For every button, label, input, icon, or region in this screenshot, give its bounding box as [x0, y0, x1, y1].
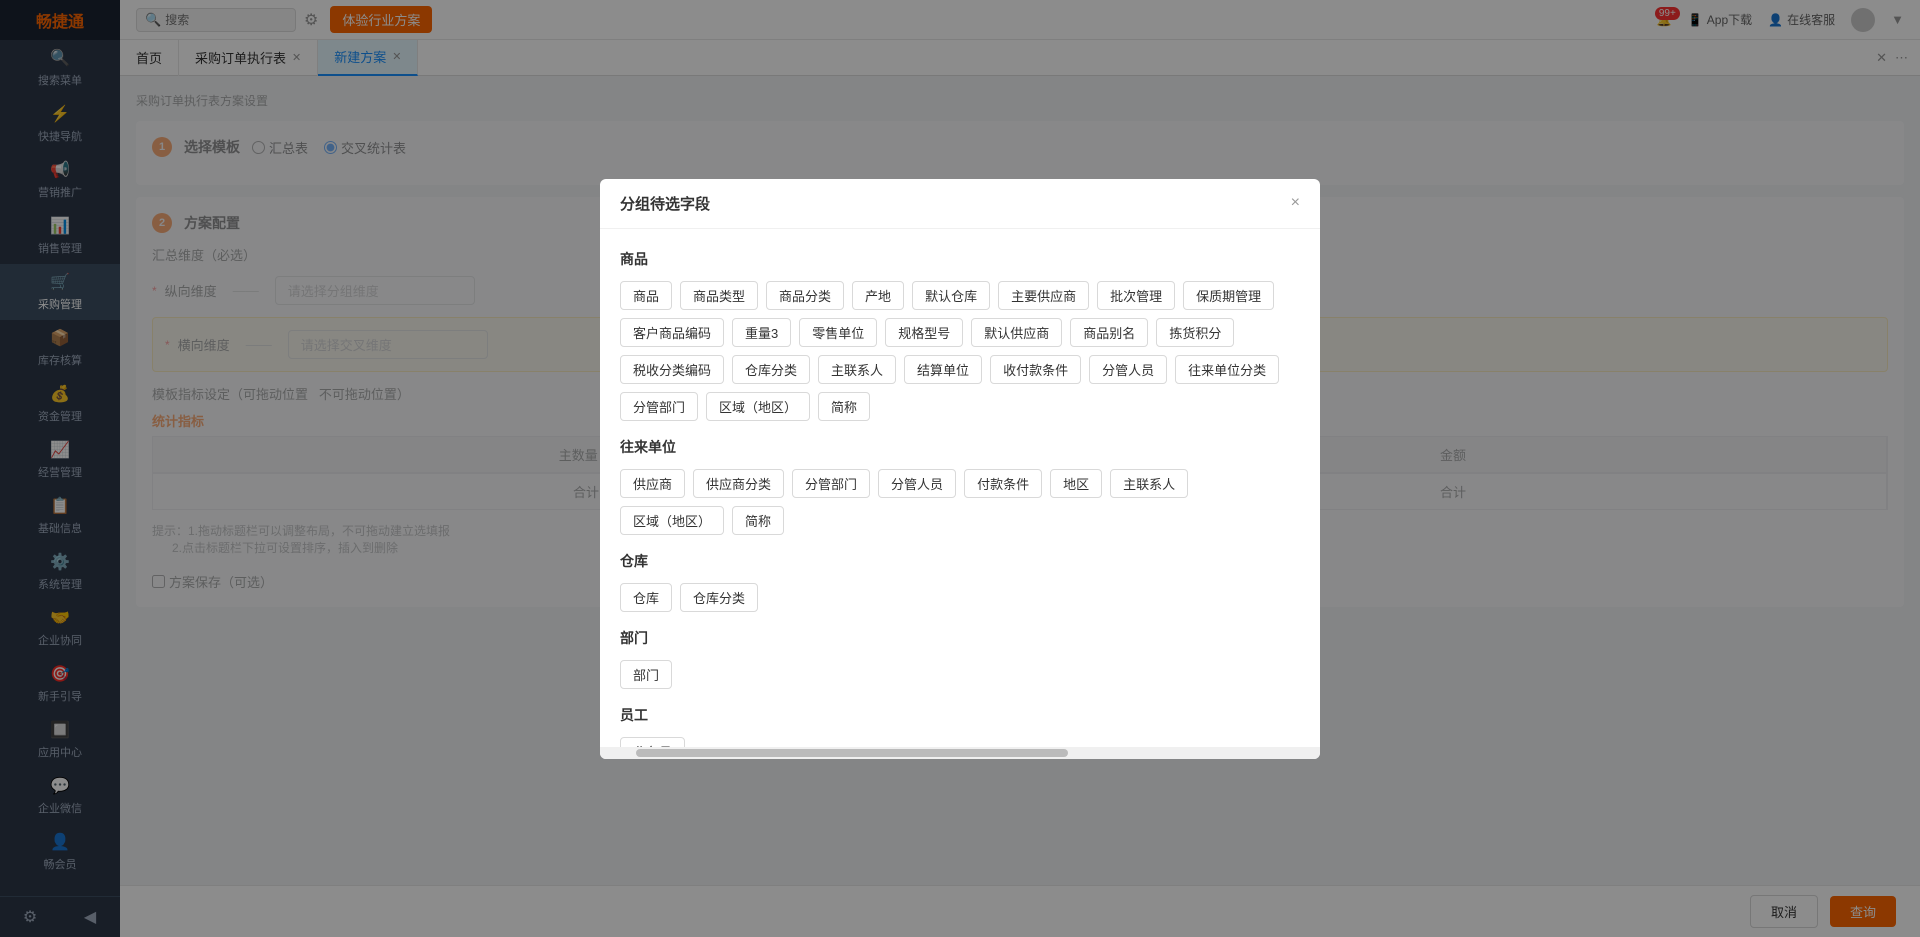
field-tag-counterpart-4[interactable]: 付款条件 — [964, 469, 1042, 498]
field-group-employee: 业务员 — [620, 737, 1300, 747]
modal-title: 分组待选字段 — [620, 193, 710, 214]
field-tag-counterpart-7[interactable]: 区域（地区） — [620, 506, 724, 535]
field-tag-goods-4[interactable]: 默认仓库 — [912, 281, 990, 310]
field-tag-goods-15[interactable]: 税收分类编码 — [620, 355, 724, 384]
section-title-goods: 商品 — [620, 249, 1300, 269]
field-tag-goods-23[interactable]: 区域（地区） — [706, 392, 810, 421]
field-tag-goods-12[interactable]: 默认供应商 — [971, 318, 1062, 347]
field-tag-goods-10[interactable]: 零售单位 — [799, 318, 877, 347]
modal-hscrollbar[interactable] — [600, 747, 1320, 759]
field-tag-goods-18[interactable]: 结算单位 — [904, 355, 982, 384]
field-tag-employee-0[interactable]: 业务员 — [620, 737, 685, 747]
field-tag-goods-21[interactable]: 往来单位分类 — [1175, 355, 1279, 384]
modal-overlay: 分组待选字段 × 商品商品商品类型商品分类产地默认仓库主要供应商批次管理保质期管… — [0, 0, 1920, 937]
field-tag-goods-20[interactable]: 分管人员 — [1089, 355, 1167, 384]
field-tag-goods-24[interactable]: 简称 — [818, 392, 870, 421]
modal-dialog: 分组待选字段 × 商品商品商品类型商品分类产地默认仓库主要供应商批次管理保质期管… — [600, 179, 1320, 759]
field-tag-goods-3[interactable]: 产地 — [852, 281, 904, 310]
field-tag-warehouse-0[interactable]: 仓库 — [620, 583, 672, 612]
field-tag-goods-11[interactable]: 规格型号 — [885, 318, 963, 347]
section-title-employee: 员工 — [620, 705, 1300, 725]
field-group-department: 部门 — [620, 660, 1300, 689]
field-group-counterpart: 供应商供应商分类分管部门分管人员付款条件地区主联系人区域（地区） 简称 — [620, 469, 1300, 535]
section-title-warehouse: 仓库 — [620, 551, 1300, 571]
field-tag-counterpart-3[interactable]: 分管人员 — [878, 469, 956, 498]
field-tag-warehouse-1[interactable]: 仓库分类 — [680, 583, 758, 612]
field-tag-goods-16[interactable]: 仓库分类 — [732, 355, 810, 384]
field-tag-goods-9[interactable]: 重量3 — [732, 318, 791, 347]
field-group-goods: 商品商品类型商品分类产地默认仓库主要供应商批次管理保质期管理客户商品编码重量3 零… — [620, 281, 1300, 421]
modal-body: 商品商品商品类型商品分类产地默认仓库主要供应商批次管理保质期管理客户商品编码重量… — [600, 229, 1320, 747]
field-tag-goods-19[interactable]: 收付款条件 — [990, 355, 1081, 384]
field-tag-department-0[interactable]: 部门 — [620, 660, 672, 689]
field-tag-counterpart-6[interactable]: 主联系人 — [1110, 469, 1188, 498]
field-tag-counterpart-8[interactable]: 简称 — [732, 506, 784, 535]
modal-header: 分组待选字段 × — [600, 179, 1320, 229]
field-tag-goods-17[interactable]: 主联系人 — [818, 355, 896, 384]
field-tag-counterpart-5[interactable]: 地区 — [1050, 469, 1102, 498]
field-tag-goods-13[interactable]: 商品别名 — [1070, 318, 1148, 347]
field-tag-goods-22[interactable]: 分管部门 — [620, 392, 698, 421]
field-tag-goods-2[interactable]: 商品分类 — [766, 281, 844, 310]
field-group-warehouse: 仓库仓库分类 — [620, 583, 1300, 612]
section-title-counterpart: 往来单位 — [620, 437, 1300, 457]
field-tag-goods-8[interactable]: 客户商品编码 — [620, 318, 724, 347]
field-tag-goods-6[interactable]: 批次管理 — [1097, 281, 1175, 310]
field-tag-goods-5[interactable]: 主要供应商 — [998, 281, 1089, 310]
field-tag-goods-7[interactable]: 保质期管理 — [1183, 281, 1274, 310]
section-title-department: 部门 — [620, 628, 1300, 648]
field-tag-goods-0[interactable]: 商品 — [620, 281, 672, 310]
field-tag-goods-1[interactable]: 商品类型 — [680, 281, 758, 310]
modal-close-btn[interactable]: × — [1291, 194, 1300, 212]
field-tag-goods-14[interactable]: 拣货积分 — [1156, 318, 1234, 347]
field-tag-counterpart-2[interactable]: 分管部门 — [792, 469, 870, 498]
field-tag-counterpart-0[interactable]: 供应商 — [620, 469, 685, 498]
field-tag-counterpart-1[interactable]: 供应商分类 — [693, 469, 784, 498]
